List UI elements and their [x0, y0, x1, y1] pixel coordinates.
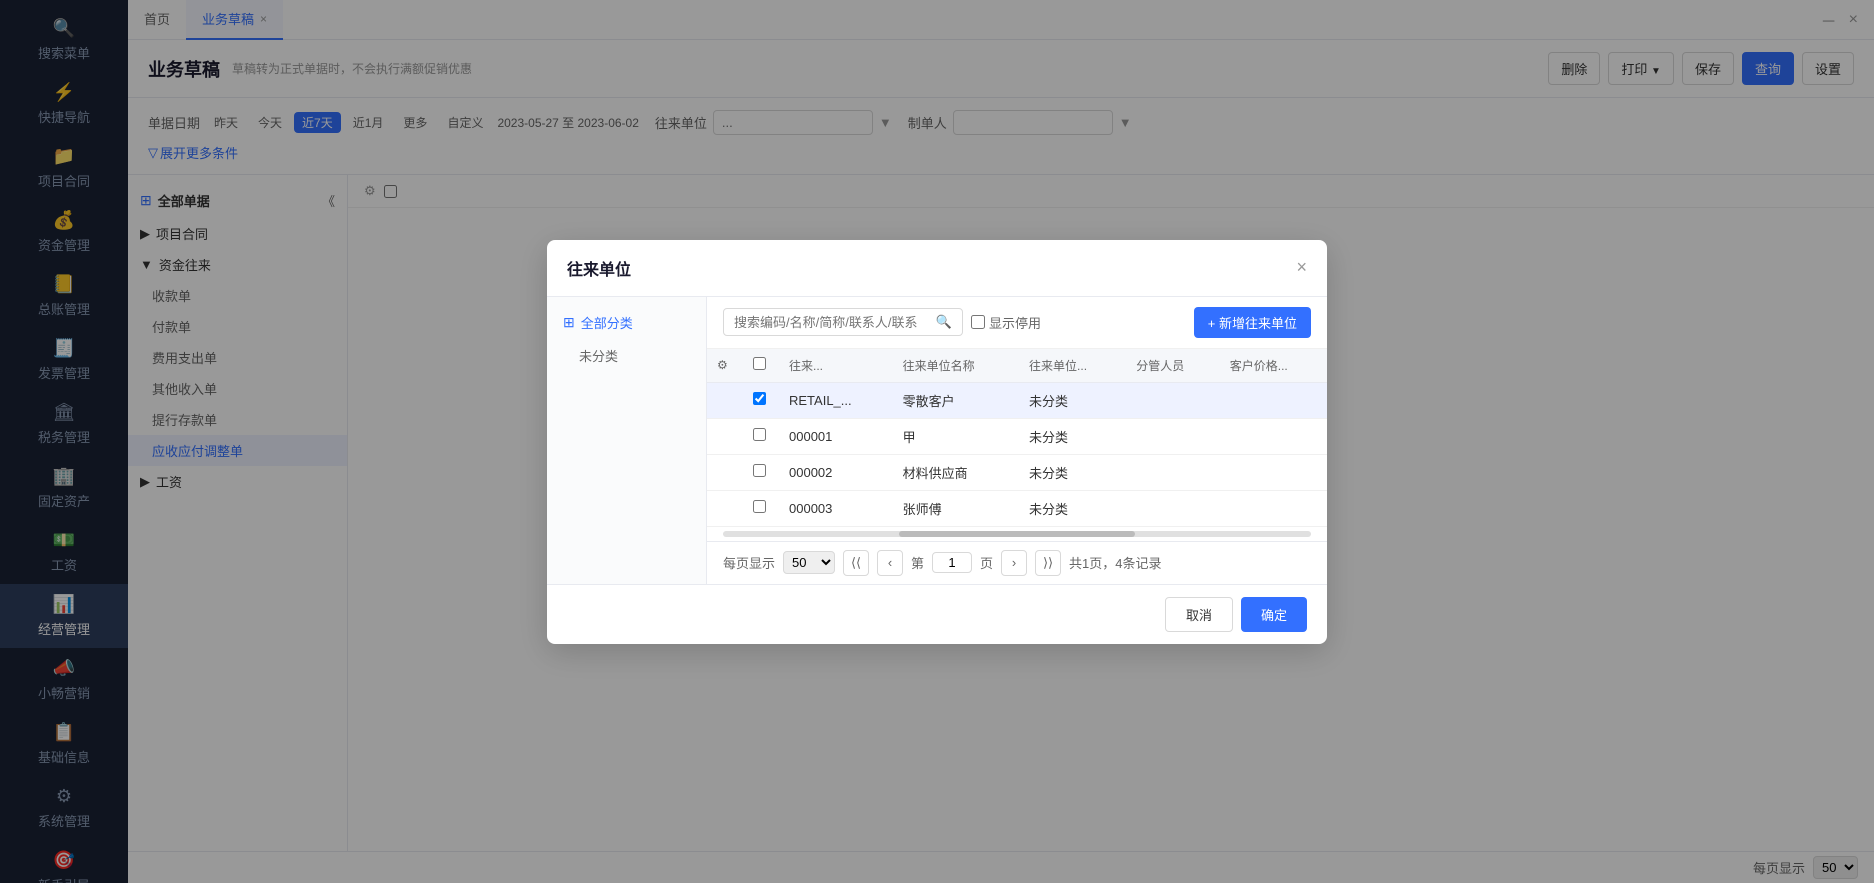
scrollbar-thumb[interactable]: [899, 531, 1134, 537]
modal-title: 往来单位: [567, 256, 631, 280]
row-code-4: 000003: [779, 490, 893, 526]
row-check-2[interactable]: [743, 418, 779, 454]
row-manager-4: [1126, 490, 1219, 526]
table-row[interactable]: 000003 张师傅 未分类: [707, 490, 1327, 526]
cancel-button[interactable]: 取消: [1165, 597, 1233, 632]
row-code-1: RETAIL_...: [779, 382, 893, 418]
add-partner-button[interactable]: + 新增往来单位: [1194, 307, 1311, 338]
page-first-btn[interactable]: ⟨⟨: [843, 550, 869, 576]
modal-main: 🔍 显示停用 + 新增往来单位 ⚙: [707, 297, 1327, 584]
table-row[interactable]: 000002 材料供应商 未分类: [707, 454, 1327, 490]
page-next-btn[interactable]: ›: [1001, 550, 1027, 576]
row-code-3: 000002: [779, 454, 893, 490]
row-check-3[interactable]: [743, 454, 779, 490]
grid-icon-modal: ⊞: [563, 314, 575, 331]
row-settings-1: [707, 382, 743, 418]
col-manager: 分管人员: [1126, 349, 1219, 383]
page-prev-btn[interactable]: ‹: [877, 550, 903, 576]
table-row[interactable]: RETAIL_... 零散客户 未分类: [707, 382, 1327, 418]
modal-search-container: 🔍: [723, 308, 963, 336]
row-settings-4: [707, 490, 743, 526]
modal-sidebar-unclassified[interactable]: 未分类: [547, 340, 706, 371]
modal-overlay[interactable]: 往来单位 × ⊞ 全部分类 未分类 🔍: [0, 0, 1874, 883]
row-price-2: [1220, 418, 1327, 454]
row-category-2: 未分类: [1019, 418, 1126, 454]
modal-close-button[interactable]: ×: [1296, 257, 1307, 278]
modal-sidebar: ⊞ 全部分类 未分类: [547, 297, 707, 584]
row-name-1: 零散客户: [893, 382, 1019, 418]
confirm-button[interactable]: 确定: [1241, 597, 1307, 632]
per-page-label: 每页显示: [723, 553, 775, 572]
modal-header: 往来单位 ×: [547, 240, 1327, 297]
page-suffix: 页: [980, 553, 993, 572]
page-label: 第: [911, 553, 924, 572]
search-icon: 🔍: [936, 314, 952, 330]
show-disabled-checkbox[interactable]: [971, 315, 985, 329]
row-manager-1: [1126, 382, 1219, 418]
modal-body: ⊞ 全部分类 未分类 🔍 显示停用: [547, 297, 1327, 584]
page-last-btn[interactable]: ⟩⟩: [1035, 550, 1061, 576]
modal-table: ⚙ 往来... 往来单位名称 往来单位... 分管人员 客户价格...: [707, 349, 1327, 527]
row-name-3: 材料供应商: [893, 454, 1019, 490]
row-category-3: 未分类: [1019, 454, 1126, 490]
row-manager-2: [1126, 418, 1219, 454]
modal-sidebar-all[interactable]: ⊞ 全部分类: [547, 305, 706, 340]
modal-dialog: 往来单位 × ⊞ 全部分类 未分类 🔍: [547, 240, 1327, 644]
modal-pagination: 每页显示 50 100 200 ⟨⟨ ‹ 第 页 › ⟩⟩ 共1页，4条记录: [707, 541, 1327, 584]
modal-footer: 取消 确定: [547, 584, 1327, 644]
page-number-input[interactable]: [932, 552, 972, 573]
col-category: 往来单位...: [1019, 349, 1126, 383]
show-disabled-toggle[interactable]: 显示停用: [971, 313, 1041, 332]
row-price-1: [1220, 382, 1327, 418]
col-name: 往来单位名称: [893, 349, 1019, 383]
row-price-4: [1220, 490, 1327, 526]
row-settings-3: [707, 454, 743, 490]
modal-search-input[interactable]: [734, 315, 932, 330]
row-settings-2: [707, 418, 743, 454]
col-check: [743, 349, 779, 383]
horizontal-scrollbar[interactable]: [723, 531, 1311, 537]
row-check-1[interactable]: [743, 382, 779, 418]
col-code: 往来...: [779, 349, 893, 383]
total-info: 共1页，4条记录: [1069, 553, 1161, 572]
row-category-4: 未分类: [1019, 490, 1126, 526]
row-price-3: [1220, 454, 1327, 490]
partners-table: ⚙ 往来... 往来单位名称 往来单位... 分管人员 客户价格...: [707, 349, 1327, 527]
row-name-4: 张师傅: [893, 490, 1019, 526]
table-select-all[interactable]: [753, 357, 766, 370]
per-page-select[interactable]: 50 100 200: [783, 551, 835, 574]
row-manager-3: [1126, 454, 1219, 490]
modal-toolbar: 🔍 显示停用 + 新增往来单位: [707, 297, 1327, 349]
row-name-2: 甲: [893, 418, 1019, 454]
col-settings: ⚙: [707, 349, 743, 383]
col-price: 客户价格...: [1220, 349, 1327, 383]
row-check-4[interactable]: [743, 490, 779, 526]
row-code-2: 000001: [779, 418, 893, 454]
row-category-1: 未分类: [1019, 382, 1126, 418]
table-row[interactable]: 000001 甲 未分类: [707, 418, 1327, 454]
